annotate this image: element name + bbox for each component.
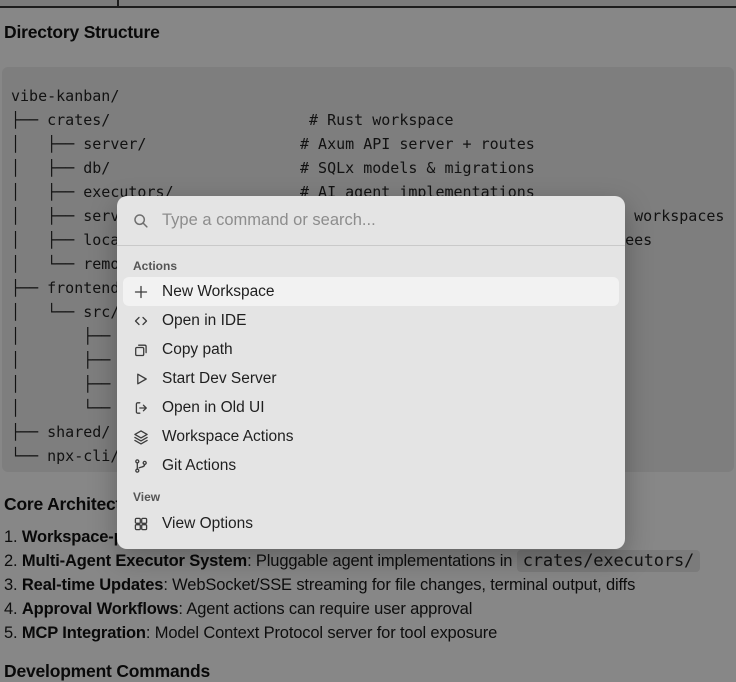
exit-arrow-icon: [135, 401, 147, 414]
group-label: View: [133, 490, 161, 504]
command-item-label: Start Dev Server: [162, 369, 277, 387]
command-item-label: Open in IDE: [162, 311, 247, 329]
command-item-start-dev-server[interactable]: Start Dev Server: [123, 364, 619, 393]
command-item-git-actions[interactable]: Git Actions: [123, 451, 619, 480]
command-item-label: View Options: [162, 514, 254, 532]
command-item-label: Workspace Actions: [162, 427, 294, 445]
command-item-workspace-actions[interactable]: Workspace Actions: [123, 422, 619, 451]
git-branch-icon: [135, 458, 147, 473]
grid-icon: [134, 517, 148, 530]
command-item-label: New Workspace: [162, 282, 275, 300]
plus-icon: [134, 285, 148, 298]
play-icon: [137, 373, 147, 384]
command-item-open-in-old-ui[interactable]: Open in Old UI: [123, 393, 619, 422]
command-search-row: [117, 196, 625, 246]
command-item-label: Open in Old UI: [162, 398, 265, 416]
command-item-label: Git Actions: [162, 456, 237, 474]
group-label: Actions: [133, 259, 178, 273]
code-icon: [134, 316, 148, 325]
search-icon: [134, 214, 148, 228]
command-list: Actions New Workspace Open in IDE Copy path…: [117, 246, 625, 538]
command-palette: Actions New Workspace Open in IDE Copy path…: [117, 196, 625, 549]
command-item-open-in-ide[interactable]: Open in IDE: [123, 306, 619, 335]
layers-icon: [134, 429, 148, 445]
command-search-input[interactable]: [160, 210, 610, 231]
command-item-view-options[interactable]: View Options: [123, 509, 619, 538]
command-item-copy-path[interactable]: Copy path: [123, 335, 619, 364]
copy-icon: [135, 344, 147, 356]
command-item-label: Copy path: [162, 340, 233, 358]
command-item-new-workspace[interactable]: New Workspace: [123, 277, 619, 306]
